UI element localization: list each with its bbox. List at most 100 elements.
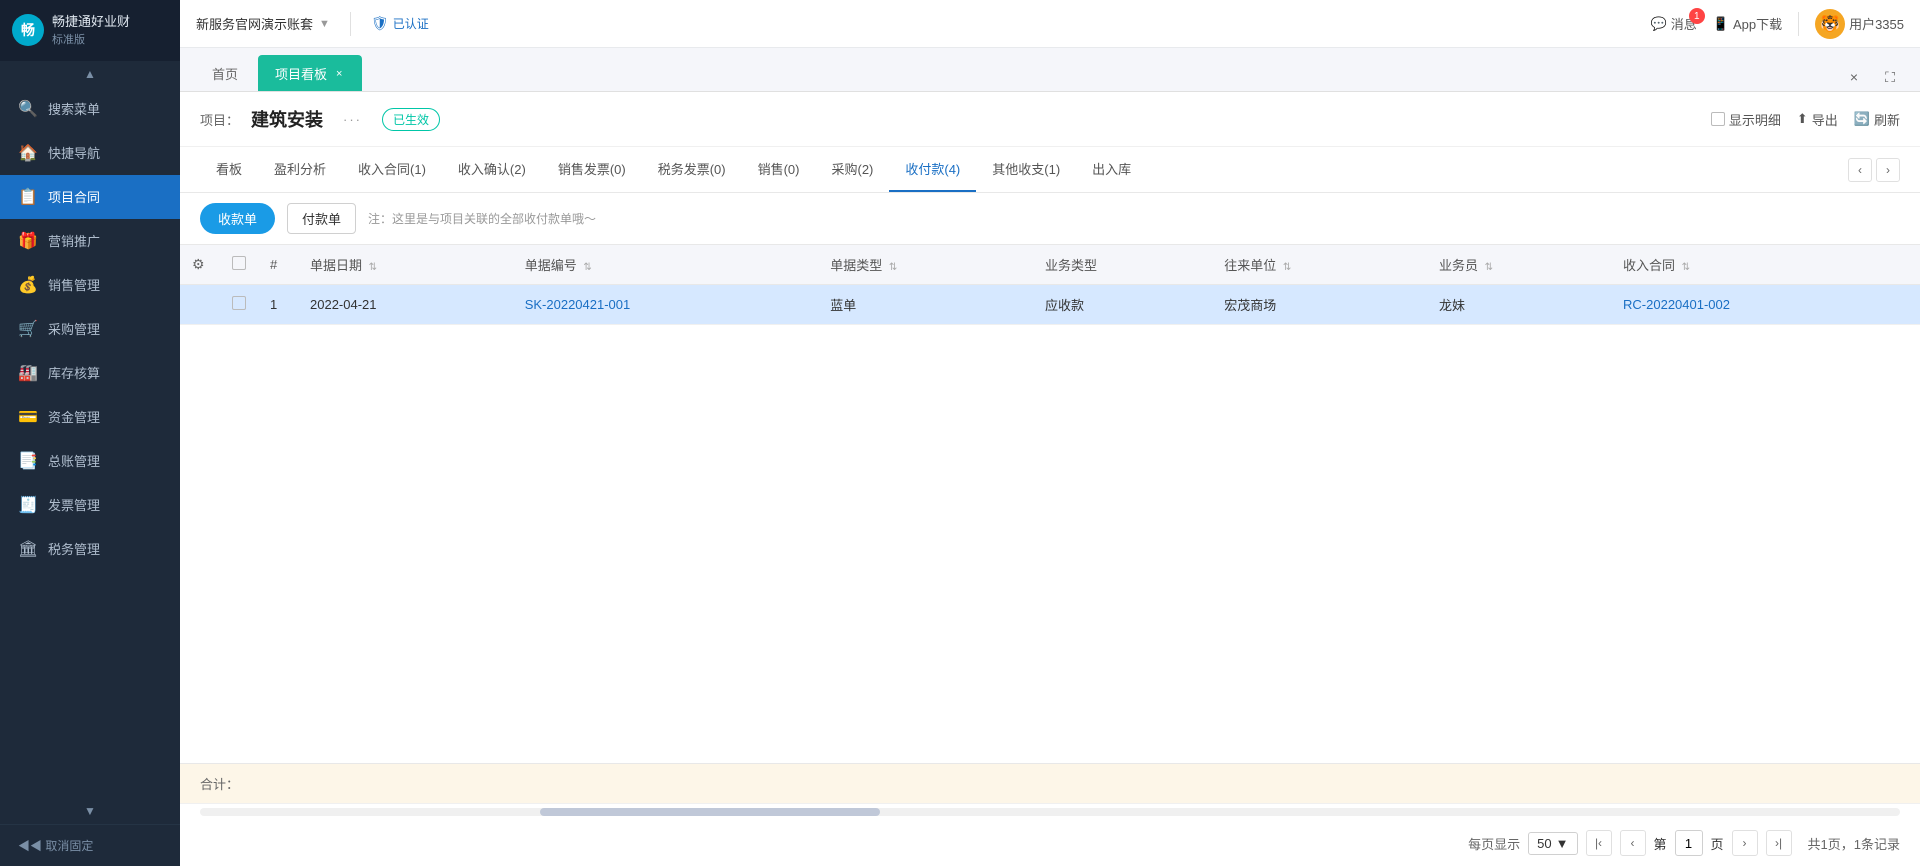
contract-icon: 📋 bbox=[18, 187, 38, 207]
sidebar-scroll-down[interactable]: ▼ bbox=[0, 798, 180, 824]
refresh-icon: 🔄 bbox=[1854, 111, 1870, 127]
topbar: 新服务官网演示账套 ▼ 🛡 已认证 💬 消息 1 📱 App下载 🐯 用户335… bbox=[180, 0, 1920, 48]
next-page-icon: › bbox=[1743, 836, 1747, 850]
scrollbar-thumb[interactable] bbox=[540, 808, 880, 816]
last-page-btn[interactable]: ›| bbox=[1766, 830, 1792, 856]
subtab-purchase[interactable]: 采购(2) bbox=[815, 147, 889, 192]
subtab-other[interactable]: 其他收支(1) bbox=[976, 147, 1076, 192]
main-area: 新服务官网演示账套 ▼ 🛡 已认证 💬 消息 1 📱 App下载 🐯 用户335… bbox=[180, 0, 1920, 866]
sidebar-unpin-btn[interactable]: ◀◀ 取消固定 bbox=[0, 824, 180, 866]
scroll-down-btn[interactable]: ▼ bbox=[76, 802, 104, 820]
export-btn[interactable]: ⬆ 导出 bbox=[1797, 110, 1838, 129]
th-date[interactable]: 单据日期 ⇅ bbox=[298, 245, 513, 285]
current-page-input[interactable]: 1 bbox=[1675, 830, 1703, 856]
th-salesperson[interactable]: 业务员 ⇅ bbox=[1427, 245, 1611, 285]
scrollbar-track[interactable] bbox=[200, 808, 1900, 816]
subtab-kanban[interactable]: 看板 bbox=[200, 147, 258, 192]
phone-icon: 📱 bbox=[1713, 16, 1729, 32]
next-page-btn[interactable]: › bbox=[1732, 830, 1758, 856]
app-download-btn[interactable]: 📱 App下载 bbox=[1713, 14, 1782, 33]
show-detail-toggle[interactable]: 显示明细 bbox=[1711, 110, 1781, 129]
sidebar-item-tax[interactable]: 🏛 税务管理 bbox=[0, 527, 180, 571]
subtab-income-contract[interactable]: 收入合同(1) bbox=[342, 147, 442, 192]
td-checkbox[interactable] bbox=[220, 285, 258, 325]
total-label: 合计： bbox=[200, 774, 239, 793]
type-sort-icon: ⇅ bbox=[889, 262, 897, 273]
td-salesperson: 龙妹 bbox=[1427, 285, 1611, 325]
subtab-receipt[interactable]: 收付款(4) bbox=[889, 147, 976, 192]
page-size-chevron-icon: ▼ bbox=[1556, 836, 1569, 851]
sidebar-item-contract[interactable]: 📋 项目合同 bbox=[0, 175, 180, 219]
select-all-checkbox[interactable] bbox=[232, 256, 246, 270]
partner-sort-icon: ⇅ bbox=[1283, 262, 1291, 273]
topbar-divider bbox=[350, 12, 351, 36]
sidebar-item-inventory[interactable]: 🏭 库存核算 bbox=[0, 351, 180, 395]
tab-project-board[interactable]: 项目看板 × bbox=[258, 55, 362, 91]
subtab-tax-invoice[interactable]: 税务发票(0) bbox=[642, 147, 742, 192]
th-checkbox bbox=[220, 245, 258, 285]
settings-icon[interactable]: ⚙ bbox=[192, 256, 205, 272]
subtab-sales[interactable]: 销售(0) bbox=[742, 147, 816, 192]
last-page-icon: ›| bbox=[1775, 836, 1782, 850]
sidebar-logo: 畅 bbox=[12, 14, 44, 46]
refresh-btn[interactable]: 🔄 刷新 bbox=[1854, 110, 1900, 129]
chat-icon: 💬 bbox=[1651, 16, 1667, 32]
pagination: 每页显示 50 ▼ |‹ ‹ 第 1 页 › bbox=[180, 820, 1920, 866]
sidebar-item-sales[interactable]: 💰 销售管理 bbox=[0, 263, 180, 307]
window-close-btn[interactable]: × bbox=[1840, 63, 1868, 91]
certified-badge: 🛡 已认证 bbox=[371, 15, 429, 32]
row-checkbox[interactable] bbox=[232, 296, 246, 310]
sidebar-item-invoice[interactable]: 🧾 发票管理 bbox=[0, 483, 180, 527]
document-link[interactable]: SK-20220421-001 bbox=[525, 297, 631, 312]
td-num: 1 bbox=[258, 285, 298, 325]
sidebar-scroll-area: 🔍 搜索菜单 🏠 快捷导航 📋 项目合同 🎁 营销推广 💰 销售管理 🛒 采购管… bbox=[0, 87, 180, 798]
th-income-contract[interactable]: 收入合同 ⇅ bbox=[1611, 245, 1920, 285]
td-row-settings bbox=[180, 285, 220, 325]
sidebar-item-ledger[interactable]: 📑 总账管理 bbox=[0, 439, 180, 483]
scroll-up-btn[interactable]: ▲ bbox=[76, 65, 104, 83]
th-settings[interactable]: ⚙ bbox=[180, 245, 220, 285]
subtab-profit[interactable]: 盈利分析 bbox=[258, 147, 342, 192]
td-income-contract[interactable]: RC-20220401-002 bbox=[1611, 285, 1920, 325]
subtab-sales-invoice[interactable]: 销售发票(0) bbox=[542, 147, 642, 192]
first-page-btn[interactable]: |‹ bbox=[1586, 830, 1612, 856]
th-type[interactable]: 单据类型 ⇅ bbox=[818, 245, 1033, 285]
sidebar-item-search[interactable]: 🔍 搜索菜单 bbox=[0, 87, 180, 131]
subtab-next-btn[interactable]: › bbox=[1876, 158, 1900, 182]
page-total-info: 共1页，1条记录 bbox=[1808, 834, 1900, 853]
sidebar-item-finance[interactable]: 💳 资金管理 bbox=[0, 395, 180, 439]
subtab-income-confirm[interactable]: 收入确认(2) bbox=[442, 147, 542, 192]
prev-page-btn[interactable]: ‹ bbox=[1620, 830, 1646, 856]
project-selector[interactable]: 新服务官网演示账套 ▼ bbox=[196, 14, 330, 33]
payment-btn[interactable]: 付款单 bbox=[287, 203, 356, 234]
subtab-inout[interactable]: 出入库 bbox=[1076, 147, 1147, 192]
export-icon: ⬆ bbox=[1797, 111, 1808, 127]
user-menu[interactable]: 🐯 用户3355 bbox=[1815, 9, 1904, 39]
home-icon: 🏠 bbox=[18, 143, 38, 163]
sidebar-scroll-up[interactable]: ▲ bbox=[0, 61, 180, 87]
project-more-btn[interactable]: ··· bbox=[343, 112, 362, 127]
th-partner[interactable]: 往来单位 ⇅ bbox=[1212, 245, 1427, 285]
show-detail-checkbox[interactable] bbox=[1711, 112, 1725, 126]
receipt-btn[interactable]: 收款单 bbox=[200, 203, 275, 234]
page-size-select[interactable]: 50 ▼ bbox=[1528, 832, 1577, 855]
td-partner: 宏茂商场 bbox=[1212, 285, 1427, 325]
sidebar-item-quicknav[interactable]: 🏠 快捷导航 bbox=[0, 131, 180, 175]
sidebar-item-marketing[interactable]: 🎁 营销推广 bbox=[0, 219, 180, 263]
table-row: 1 2022-04-21 SK-20220421-001 蓝单 bbox=[180, 285, 1920, 325]
td-code[interactable]: SK-20220421-001 bbox=[513, 285, 819, 325]
th-biz-type: 业务类型 bbox=[1033, 245, 1212, 285]
window-maximize-btn[interactable]: ⛶ bbox=[1876, 63, 1904, 91]
tab-close-icon[interactable]: × bbox=[333, 67, 345, 81]
income-contract-link[interactable]: RC-20220401-002 bbox=[1623, 297, 1730, 312]
topbar-divider2 bbox=[1798, 12, 1799, 36]
sidebar-item-purchase[interactable]: 🛒 采购管理 bbox=[0, 307, 180, 351]
tab-home[interactable]: 首页 bbox=[196, 56, 254, 91]
finance-icon: 💳 bbox=[18, 407, 38, 427]
message-btn[interactable]: 💬 消息 1 bbox=[1651, 14, 1697, 33]
th-code[interactable]: 单据编号 ⇅ bbox=[513, 245, 819, 285]
total-row: 合计： bbox=[180, 763, 1920, 803]
project-label: 项目： bbox=[200, 110, 239, 129]
subtab-prev-btn[interactable]: ‹ bbox=[1848, 158, 1872, 182]
th-num: # bbox=[258, 245, 298, 285]
